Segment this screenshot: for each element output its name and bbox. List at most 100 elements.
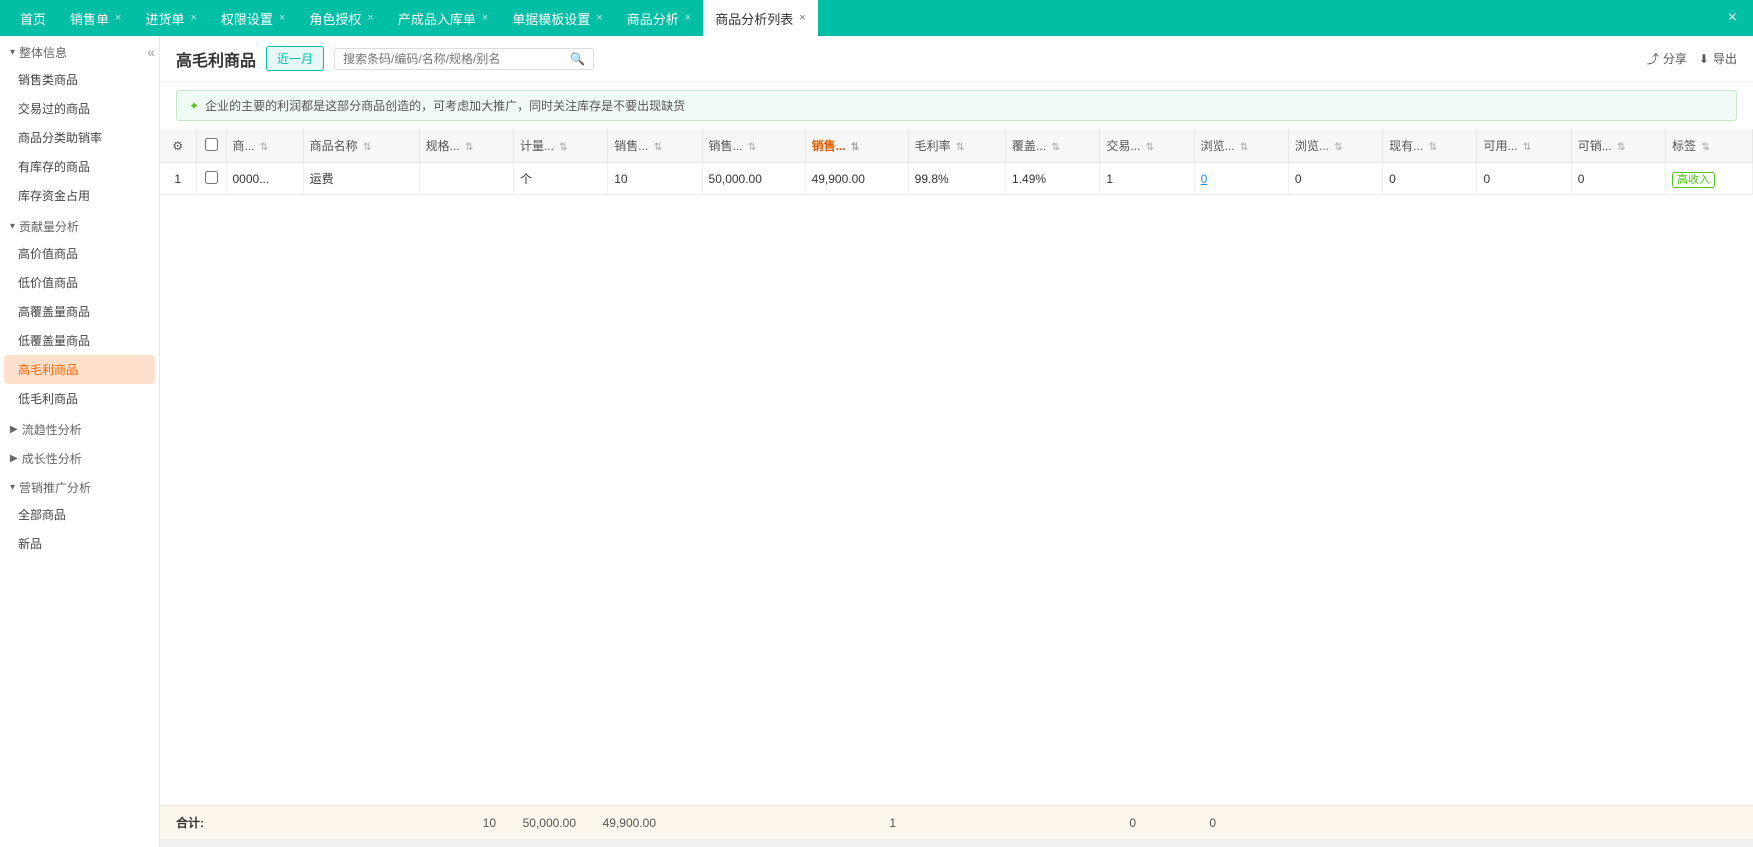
search-input[interactable] — [343, 52, 570, 66]
col-code[interactable]: 商... ⇅ — [226, 129, 303, 163]
col-browse2[interactable]: 浏览... ⇅ — [1288, 129, 1382, 163]
close-product-analysis-list[interactable]: × — [799, 12, 805, 24]
footer-sales-amount: 50,000.00 — [504, 816, 584, 830]
cell-spec — [419, 163, 513, 195]
sidebar-group-trend[interactable]: ▶ 流趋性分析 — [0, 413, 159, 442]
footer-available: 0 — [1144, 816, 1224, 830]
main-layout: « ▾ 整体信息 销售类商品 交易过的商品 商品分类助销率 有库存的商品 库存资… — [0, 36, 1753, 847]
table-container: ⚙ 商... ⇅ 商品名称 ⇅ 规格... ⇅ 计量... ⇅ 销售... ⇅ … — [160, 129, 1753, 805]
arrow-down-icon-3: ▾ — [10, 482, 15, 493]
close-product-analysis[interactable]: × — [685, 12, 691, 24]
col-settings[interactable]: ⚙ — [160, 129, 196, 163]
page-title: 高毛利商品 — [176, 47, 256, 71]
sidebar-item-new-products[interactable]: 新品 — [0, 529, 159, 558]
col-sales-qty[interactable]: 销售... ⇅ — [608, 129, 702, 163]
content-header: 高毛利商品 近一月 🔍 ⤴ 分享 ⬇ 导出 — [160, 36, 1753, 82]
sidebar-item-all-goods[interactable]: 全部商品 — [0, 500, 159, 529]
nav-sales-order[interactable]: 销售单 × — [58, 0, 133, 36]
col-sales-profit[interactable]: 销售... ⇅ — [805, 129, 908, 163]
nav-product-analysis-list[interactable]: 商品分析列表 × — [703, 0, 817, 36]
close-permission-settings[interactable]: × — [279, 12, 285, 24]
close-product-warehouse[interactable]: × — [482, 12, 488, 24]
sidebar-item-sales-goods[interactable]: 销售类商品 — [0, 65, 159, 94]
footer-trade: 1 — [824, 816, 904, 830]
nav-product-warehouse[interactable]: 产成品入库单 × — [386, 0, 500, 36]
close-role-auth[interactable]: × — [367, 12, 373, 24]
sidebar-group-overall[interactable]: ▾ 整体信息 — [0, 36, 159, 65]
sidebar-item-high-coverage[interactable]: 高覆盖量商品 — [0, 297, 159, 326]
arrow-down-icon: ▾ — [10, 47, 15, 58]
arrow-right-icon: ▶ — [10, 424, 18, 435]
sidebar-item-low-coverage[interactable]: 低覆盖量商品 — [0, 326, 159, 355]
row-checkbox[interactable] — [205, 171, 218, 184]
nav-permission-settings[interactable]: 权限设置 × — [209, 0, 297, 36]
filter-recent-month-button[interactable]: 近一月 — [266, 46, 324, 71]
close-template-settings[interactable]: × — [596, 12, 602, 24]
arrow-down-icon-2: ▾ — [10, 221, 15, 232]
share-button[interactable]: ⤴ 分享 — [1647, 50, 1687, 67]
cell-code: 0000... — [226, 163, 303, 195]
table-row: 1 0000... 运费 个 10 50,000.00 49,900.00 99… — [160, 163, 1753, 195]
col-spec[interactable]: 规格... ⇅ — [419, 129, 513, 163]
sidebar-item-high-value[interactable]: 高价值商品 — [0, 239, 159, 268]
top-navigation: 首页 销售单 × 进货单 × 权限设置 × 角色授权 × 产成品入库单 × 单据… — [0, 0, 1753, 36]
search-icon[interactable]: 🔍 — [570, 52, 585, 66]
sidebar-item-category-rate[interactable]: 商品分类助销率 — [0, 123, 159, 152]
sidebar-group-marketing[interactable]: ▾ 营销推广分析 — [0, 471, 159, 500]
cell-checkbox[interactable] — [196, 163, 226, 195]
sidebar-item-low-value[interactable]: 低价值商品 — [0, 268, 159, 297]
sidebar-item-high-margin[interactable]: 高毛利商品 — [4, 355, 155, 384]
cell-browse2: 0 — [1288, 163, 1382, 195]
col-current-stock[interactable]: 现有... ⇅ — [1383, 129, 1477, 163]
footer-summary: 合计: 10 50,000.00 49,900.00 1 0 0 — [160, 805, 1753, 839]
sidebar-group-growth[interactable]: ▶ 成长性分析 — [0, 442, 159, 471]
col-sales-amount[interactable]: 销售... ⇅ — [702, 129, 805, 163]
col-available[interactable]: 可用... ⇅ — [1477, 129, 1571, 163]
close-sales-order[interactable]: × — [115, 12, 121, 24]
close-purchase-order[interactable]: × — [190, 12, 196, 24]
cell-tag: 高收入 — [1666, 163, 1753, 195]
footer-sales-qty: 10 — [424, 816, 504, 830]
col-sellable[interactable]: 可销... ⇅ — [1571, 129, 1665, 163]
info-banner: ✦ 企业的主要的利润都是这部分商品创造的，可考虑加大推广，同时关注库存是不要出现… — [176, 90, 1737, 121]
cell-sales-amount: 50,000.00 — [702, 163, 805, 195]
col-browse1[interactable]: 浏览... ⇅ — [1194, 129, 1288, 163]
search-box[interactable]: 🔍 — [334, 48, 594, 70]
nav-purchase-order[interactable]: 进货单 × — [133, 0, 208, 36]
sidebar-item-traded-goods[interactable]: 交易过的商品 — [0, 94, 159, 123]
cell-current-stock: 0 — [1383, 163, 1477, 195]
col-checkbox[interactable] — [196, 129, 226, 163]
arrow-right-icon-2: ▶ — [10, 453, 18, 464]
nav-home[interactable]: 首页 — [8, 0, 58, 36]
product-table: ⚙ 商... ⇅ 商品名称 ⇅ 规格... ⇅ 计量... ⇅ 销售... ⇅ … — [160, 129, 1753, 195]
window-close-button[interactable]: × — [1720, 9, 1745, 27]
export-button[interactable]: ⬇ 导出 — [1699, 50, 1737, 67]
sidebar-group-contribution[interactable]: ▾ 贡献量分析 — [0, 210, 159, 239]
table-header-row: ⚙ 商... ⇅ 商品名称 ⇅ 规格... ⇅ 计量... ⇅ 销售... ⇅ … — [160, 129, 1753, 163]
sidebar-collapse-button[interactable]: « — [147, 44, 155, 60]
col-gross-margin[interactable]: 毛利率 ⇅ — [908, 129, 1005, 163]
select-all-checkbox[interactable] — [205, 138, 218, 151]
cell-sales-qty: 10 — [608, 163, 702, 195]
cell-browse1[interactable]: 0 — [1194, 163, 1288, 195]
col-unit[interactable]: 计量... ⇅ — [513, 129, 607, 163]
header-actions: ⤴ 分享 ⬇ 导出 — [1647, 50, 1737, 67]
sidebar-item-low-margin[interactable]: 低毛利商品 — [0, 384, 159, 413]
col-tag[interactable]: 标签 ⇅ — [1666, 129, 1753, 163]
nav-product-analysis[interactable]: 商品分析 × — [615, 0, 703, 36]
footer-label: 合计: — [176, 814, 204, 831]
col-name[interactable]: 商品名称 ⇅ — [303, 129, 419, 163]
nav-role-auth[interactable]: 角色授权 × — [297, 0, 385, 36]
horizontal-scrollbar[interactable] — [160, 839, 1753, 847]
cell-name: 运费 — [303, 163, 419, 195]
footer-sales-profit: 49,900.00 — [584, 816, 664, 830]
col-trade[interactable]: 交易... ⇅ — [1100, 129, 1194, 163]
sidebar-item-stock-capital[interactable]: 库存资金占用 — [0, 181, 159, 210]
nav-template-settings[interactable]: 单据模板设置 × — [500, 0, 614, 36]
footer-current-stock: 0 — [1064, 816, 1144, 830]
cell-gross-margin: 99.8% — [908, 163, 1005, 195]
sidebar-item-stocked-goods[interactable]: 有库存的商品 — [0, 152, 159, 181]
info-icon: ✦ — [189, 99, 199, 113]
cell-index: 1 — [160, 163, 196, 195]
col-coverage[interactable]: 覆盖... ⇅ — [1006, 129, 1100, 163]
